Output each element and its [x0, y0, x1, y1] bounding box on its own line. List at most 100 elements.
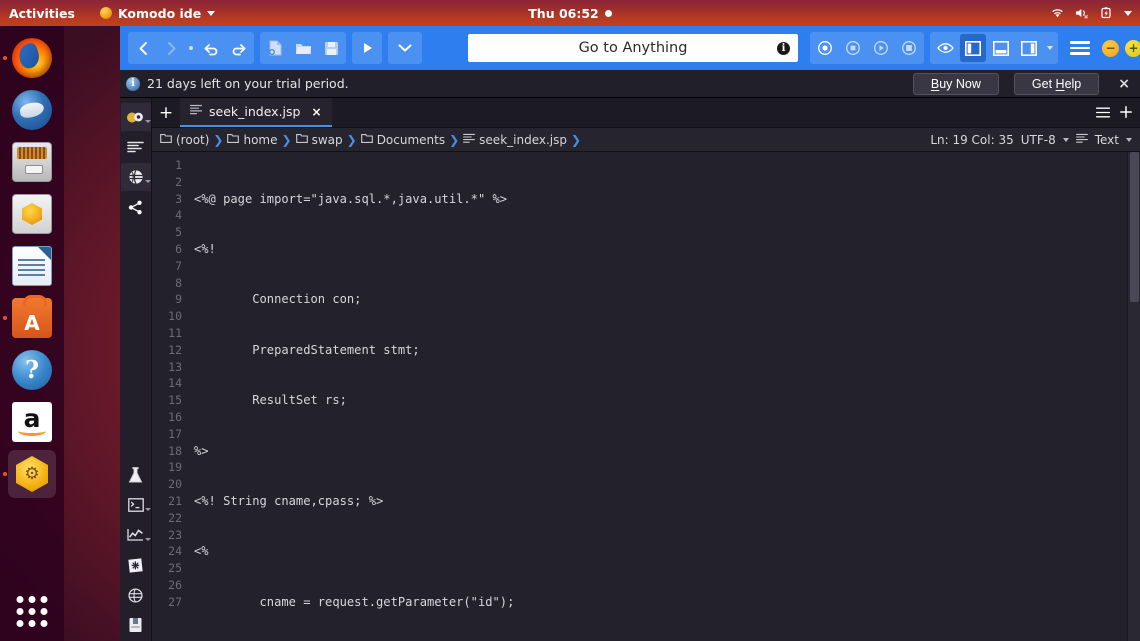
layout-bottom-pane-button[interactable]: [988, 34, 1014, 62]
get-help-button[interactable]: Get Help: [1013, 72, 1100, 95]
breadcrumb-item-file[interactable]: seek_index.jsp: [461, 133, 569, 147]
open-file-button[interactable]: [290, 34, 316, 62]
toolbar-more-button[interactable]: [390, 34, 420, 62]
record-macro-button[interactable]: [812, 34, 838, 62]
amazon-icon: a: [12, 402, 52, 442]
window-controls-group: − + ×: [1064, 39, 1140, 57]
code-line: Connection con;: [194, 292, 362, 307]
scrollbar-thumb[interactable]: [1130, 152, 1139, 302]
dock-item-libreoffice-writer[interactable]: [8, 242, 56, 290]
line-number: 11: [168, 325, 182, 340]
trial-message: 21 days left on your trial period.: [147, 76, 349, 91]
nav-button-group: [128, 32, 254, 64]
activities-button[interactable]: Activities: [9, 6, 75, 21]
new-file-button[interactable]: [262, 34, 288, 62]
snippets-icon[interactable]: [121, 551, 151, 579]
save-macro-button[interactable]: [896, 34, 922, 62]
preview-eye-icon[interactable]: [932, 34, 958, 62]
play-macro-button[interactable]: [868, 34, 894, 62]
line-number: 12: [168, 342, 182, 357]
layout-right-pane-button[interactable]: [1016, 34, 1042, 62]
dock-item-ubuntu-software[interactable]: A: [3, 294, 56, 342]
tab-add-icon[interactable]: [1120, 103, 1132, 122]
system-tray[interactable]: [1050, 7, 1132, 19]
chevron-down-icon[interactable]: [1126, 137, 1132, 142]
dock-item-firefox[interactable]: [3, 34, 56, 82]
language-indicator[interactable]: Text: [1095, 133, 1119, 147]
undo-button[interactable]: [198, 34, 224, 62]
breadcrumb-item-root[interactable]: (root): [158, 133, 211, 147]
line-number: 8: [175, 275, 182, 290]
code-line: cname = request.getParameter("id");: [194, 594, 515, 609]
dock-item-files[interactable]: [8, 138, 56, 186]
terminal-icon[interactable]: [121, 491, 151, 519]
info-icon[interactable]: i: [777, 41, 790, 55]
test-flask-icon[interactable]: [121, 461, 151, 489]
tab-seek-index-jsp[interactable]: seek_index.jsp ×: [180, 98, 332, 127]
dock-item-rhythmbox[interactable]: [8, 190, 56, 238]
nav-dropdown-button[interactable]: [186, 34, 196, 62]
breadcrumb-item-home[interactable]: home: [225, 133, 279, 147]
chevron-down-icon[interactable]: [1062, 137, 1069, 142]
run-button[interactable]: [354, 34, 380, 62]
goto-anything-input[interactable]: Go to Anything i: [468, 34, 798, 62]
ubuntu-dock: A ? a ⚙: [0, 26, 64, 641]
app-menu-label: Komodo ide: [117, 5, 202, 21]
more-toolbar-button-group: [388, 32, 422, 64]
publishing-globe-icon[interactable]: [120, 163, 151, 191]
breadcrumb-item-documents[interactable]: Documents: [359, 133, 447, 147]
minimize-button[interactable]: −: [1102, 39, 1119, 57]
wifi-icon: [1050, 7, 1065, 19]
stop-macro-button[interactable]: [840, 34, 866, 62]
dock-item-help[interactable]: ?: [8, 346, 56, 394]
layout-dropdown-button[interactable]: [1044, 34, 1056, 62]
buy-now-button[interactable]: Buy Now: [912, 72, 999, 95]
language-file-icon: [1075, 133, 1088, 147]
line-number: 5: [175, 225, 182, 240]
volume-muted-icon: [1075, 7, 1090, 19]
code-text[interactable]: <%@ page import="java.sql.*,java.util.*"…: [188, 152, 1140, 641]
folder-icon: [295, 133, 308, 147]
places-icon[interactable]: [120, 103, 151, 131]
komodo-body: + seek_index.jsp × (root) ❯ home ❯ swap …: [120, 98, 1140, 641]
tab-list-icon[interactable]: [1095, 103, 1111, 122]
layout-left-pane-button[interactable]: [960, 34, 986, 62]
komodo-left-sidebar: [120, 98, 152, 641]
goto-anything-placeholder: Go to Anything: [578, 40, 688, 56]
status-right: Ln: 19 Col: 35 UTF-8 Text: [930, 133, 1140, 147]
notebook-icon[interactable]: [121, 611, 151, 639]
save-file-button[interactable]: [318, 34, 344, 62]
maximize-button[interactable]: +: [1125, 39, 1140, 57]
line-number: 4: [175, 208, 182, 223]
show-applications-button[interactable]: [16, 596, 48, 627]
line-number: 9: [175, 292, 182, 307]
outline-icon[interactable]: [121, 133, 151, 161]
screen: Activities Komodo ide Thu 06:52 A ? a ⚙ …: [0, 0, 1140, 641]
folder-icon: [227, 133, 240, 147]
new-tab-button[interactable]: +: [152, 98, 180, 127]
browser-preview-icon[interactable]: [121, 581, 151, 609]
editor-column: + seek_index.jsp × (root) ❯ home ❯ swap …: [152, 98, 1140, 641]
dock-item-amazon[interactable]: a: [8, 398, 56, 446]
breadcrumb-item-swap[interactable]: swap: [294, 133, 345, 147]
menu-icon[interactable]: [1064, 41, 1096, 55]
layout-button-group: [930, 32, 1058, 64]
dock-item-thunderbird[interactable]: [8, 86, 56, 134]
dock-item-komodo-ide[interactable]: ⚙: [3, 450, 56, 498]
share-icon[interactable]: [121, 193, 151, 221]
line-col-indicator[interactable]: Ln: 19 Col: 35: [930, 133, 1013, 147]
vertical-scrollbar[interactable]: [1127, 152, 1140, 641]
forward-button[interactable]: [158, 34, 184, 62]
app-menu-button[interactable]: Komodo ide: [99, 5, 216, 21]
close-trial-bar-button[interactable]: ×: [1118, 76, 1130, 92]
encoding-indicator[interactable]: UTF-8: [1021, 133, 1056, 147]
tab-close-icon[interactable]: ×: [311, 105, 321, 119]
chart-icon[interactable]: [121, 521, 151, 549]
code-editor[interactable]: 1 2 3 4 5 6 7 8 9 10 11 12 13 14 15 16 1…: [152, 152, 1140, 641]
code-line: PreparedStatement stmt;: [194, 342, 420, 357]
back-button[interactable]: [130, 34, 156, 62]
line-number: 13: [168, 359, 182, 374]
chevron-down-icon[interactable]: [1124, 10, 1132, 16]
redo-button[interactable]: [226, 34, 252, 62]
breadcrumb-label: home: [243, 132, 278, 147]
